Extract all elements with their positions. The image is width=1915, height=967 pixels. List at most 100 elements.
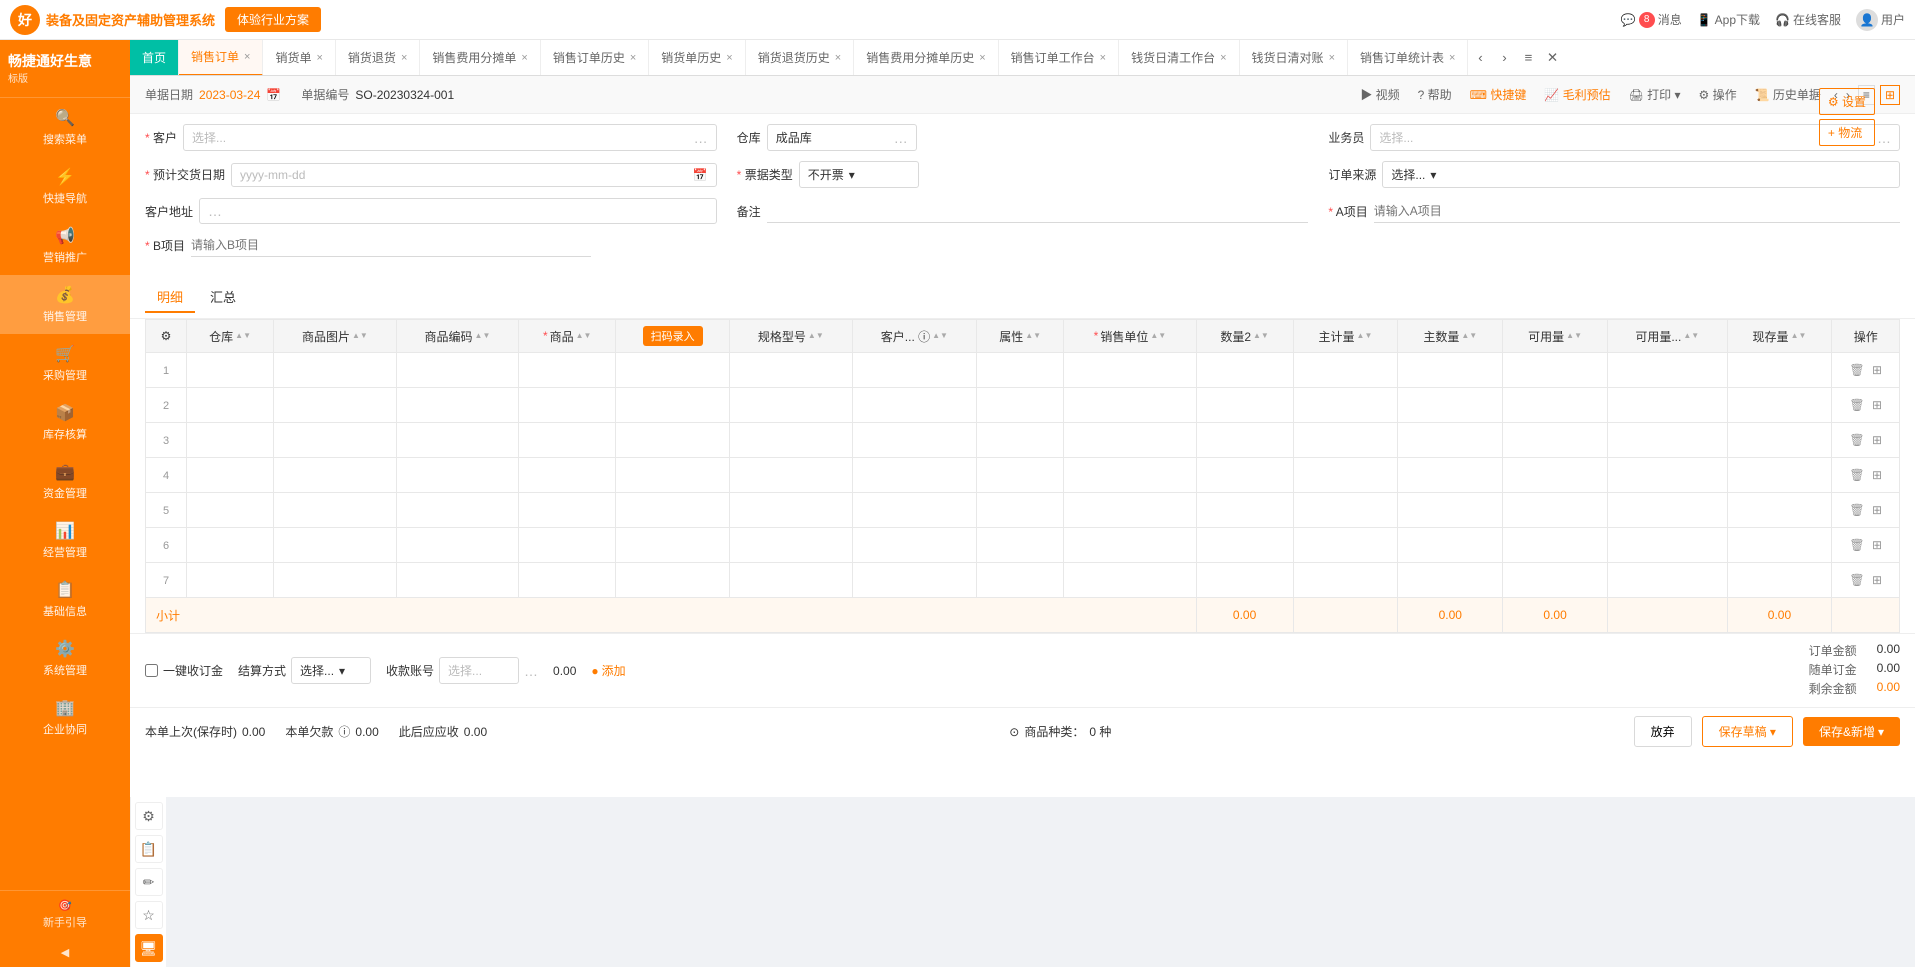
- tab-sales-order-stats[interactable]: 销售订单统计表 ×: [1348, 40, 1468, 76]
- customer-input[interactable]: 选择... …: [183, 124, 717, 151]
- payment-method-select[interactable]: 选择... ▾: [291, 657, 371, 684]
- ticket-type-select[interactable]: 不开票 ▾: [799, 161, 919, 188]
- row-warehouse[interactable]: [187, 353, 274, 388]
- row-delete-btn[interactable]: 🗑: [1849, 468, 1864, 482]
- one-click-checkbox[interactable]: 一键收订金: [145, 662, 223, 679]
- sidebar-item-system[interactable]: ⚙️ 系统管理: [0, 629, 130, 688]
- one-click-checkbox-input[interactable]: [145, 664, 158, 677]
- row-main-unit[interactable]: [1293, 353, 1398, 388]
- tab-close-sales-fee-split[interactable]: ×: [521, 52, 527, 64]
- sidebar-item-finance[interactable]: 💼 资金管理: [0, 452, 130, 511]
- tab-next-btn[interactable]: ›: [1492, 40, 1516, 76]
- customer-address-input[interactable]: …: [199, 198, 717, 224]
- a-project-input[interactable]: [1374, 200, 1900, 223]
- save-draft-btn[interactable]: 保存草稿 ▾: [1702, 716, 1793, 747]
- online-service-btn[interactable]: 🎧 在线客服: [1775, 11, 1841, 28]
- profit-action-btn[interactable]: 📈 毛利预估: [1539, 84, 1615, 105]
- tab-summary[interactable]: 汇总: [198, 282, 248, 313]
- tab-close-sales-fee-split-history[interactable]: ×: [979, 52, 985, 64]
- row-copy-btn[interactable]: ⊞: [1872, 503, 1882, 517]
- message-btn[interactable]: 💬 8 消息: [1621, 11, 1682, 28]
- save-new-btn[interactable]: 保存&新增 ▾: [1803, 717, 1900, 746]
- scan-enter-btn[interactable]: 扫码录入: [643, 326, 703, 346]
- tab-home[interactable]: 首页: [130, 40, 179, 76]
- row-delete-btn[interactable]: 🗑: [1849, 573, 1864, 587]
- user-btn[interactable]: 👤 用户: [1856, 9, 1905, 31]
- tab-receivable-workbench[interactable]: 钱货日清工作台 ×: [1119, 40, 1239, 76]
- tab-sales-return-history[interactable]: 销货单历史 ×: [649, 40, 745, 76]
- row-customer-code[interactable]: [852, 353, 977, 388]
- account-more-icon[interactable]: …: [524, 663, 538, 679]
- tab-detail[interactable]: 明细: [145, 282, 195, 313]
- row-copy-btn[interactable]: ⊞: [1872, 433, 1882, 447]
- operate-action-btn[interactable]: ⚙ 操作: [1694, 84, 1742, 105]
- date-picker-icon[interactable]: 📅: [266, 88, 281, 102]
- sidebar-item-marketing[interactable]: 📢 营销推广: [0, 216, 130, 275]
- right-panel-settings-btn[interactable]: ⚙: [135, 802, 163, 830]
- row-spec[interactable]: [730, 353, 853, 388]
- sidebar-item-purchase[interactable]: 🛒 采购管理: [0, 334, 130, 393]
- tab-close-sales-return-goods-history[interactable]: ×: [835, 52, 841, 64]
- tab-more-btn[interactable]: ≡: [1516, 40, 1540, 76]
- warehouse-more-icon[interactable]: …: [894, 130, 908, 146]
- row-delete-btn[interactable]: 🗑: [1849, 398, 1864, 412]
- sidebar-item-enterprise[interactable]: 🏢 企业协同: [0, 688, 130, 747]
- tab-sales-fee-split[interactable]: 销售费用分摊单 ×: [420, 40, 540, 76]
- right-panel-edit-btn[interactable]: ✏: [135, 868, 163, 896]
- tab-sales-return-goods-history[interactable]: 销货退货历史 ×: [746, 40, 854, 76]
- tab-close-sales-return[interactable]: ×: [316, 52, 322, 64]
- solution-btn[interactable]: 体验行业方案: [225, 7, 321, 32]
- sidebar-item-basic-info[interactable]: 📋 基础信息: [0, 570, 130, 629]
- remark-input[interactable]: [767, 200, 1309, 223]
- b-project-input[interactable]: [191, 234, 591, 257]
- settings-side-btn[interactable]: ⚙ 设置: [1819, 88, 1875, 115]
- app-download-btn[interactable]: 📱 App下载: [1697, 11, 1760, 28]
- tab-close-sales-return-goods[interactable]: ×: [401, 52, 407, 64]
- tab-sales-return-goods[interactable]: 销货退货 ×: [336, 40, 420, 76]
- sidebar-item-new-guide[interactable]: 🎯 新手引导: [0, 891, 130, 938]
- row-available2[interactable]: [1607, 353, 1727, 388]
- layout-grid-icon[interactable]: ⊞: [1880, 85, 1900, 105]
- delivery-date-input[interactable]: yyyy-mm-dd 📅: [231, 163, 717, 187]
- address-more-icon[interactable]: …: [208, 203, 222, 219]
- tab-receivable-reconcile[interactable]: 钱货日清对账 ×: [1240, 40, 1348, 76]
- row-copy-btn[interactable]: ⊞: [1872, 363, 1882, 377]
- row-copy-btn[interactable]: ⊞: [1872, 398, 1882, 412]
- row-product[interactable]: [519, 353, 616, 388]
- sidebar-item-sales[interactable]: 💰 销售管理: [0, 275, 130, 334]
- tab-close-sales-order-workbench[interactable]: ×: [1100, 52, 1106, 64]
- row-unit[interactable]: [1064, 353, 1196, 388]
- customer-more-icon[interactable]: …: [694, 130, 708, 146]
- add-side-btn[interactable]: + 物流: [1819, 119, 1875, 146]
- tab-sales-order-history[interactable]: 销售订单历史 ×: [541, 40, 649, 76]
- tab-close-receivable-workbench[interactable]: ×: [1220, 52, 1226, 64]
- col-settings[interactable]: ⚙: [146, 320, 187, 353]
- row-delete-btn[interactable]: 🗑: [1849, 363, 1864, 377]
- right-panel-screen-btn[interactable]: 🖥: [135, 934, 163, 962]
- order-source-select[interactable]: 选择... ▾: [1382, 161, 1900, 188]
- tab-close-all-btn[interactable]: ✕: [1540, 40, 1564, 76]
- row-delete-btn[interactable]: 🗑: [1849, 503, 1864, 517]
- sidebar-item-inventory[interactable]: 📦 库存核算: [0, 393, 130, 452]
- tab-sales-fee-split-history[interactable]: 销售费用分摊单历史 ×: [854, 40, 998, 76]
- history-action-btn[interactable]: 📜 历史单据: [1750, 84, 1826, 105]
- print-action-btn[interactable]: 🖨 打印 ▾: [1624, 84, 1686, 105]
- row-delete-btn[interactable]: 🗑: [1849, 538, 1864, 552]
- tab-close-receivable-reconcile[interactable]: ×: [1329, 52, 1335, 64]
- right-panel-clipboard-btn[interactable]: 📋: [135, 835, 163, 863]
- calendar-icon[interactable]: 📅: [693, 168, 708, 182]
- row-copy-btn[interactable]: ⊞: [1872, 468, 1882, 482]
- sidebar-item-quick-nav[interactable]: ⚡ 快捷导航: [0, 157, 130, 216]
- tab-close-sales-order-history[interactable]: ×: [630, 52, 636, 64]
- shortcut-action-btn[interactable]: ⌨ 快捷键: [1465, 84, 1532, 105]
- tab-close-sales-order-stats[interactable]: ×: [1449, 52, 1455, 64]
- tab-sales-order-workbench[interactable]: 销售订单工作台 ×: [999, 40, 1119, 76]
- row-main-qty[interactable]: [1398, 353, 1503, 388]
- tab-sales-return[interactable]: 销货单 ×: [263, 40, 335, 76]
- row-attribute[interactable]: [977, 353, 1064, 388]
- sidebar-item-search-menu[interactable]: 🔍 搜索菜单: [0, 98, 130, 157]
- row-stock[interactable]: [1727, 353, 1832, 388]
- row-product-code[interactable]: [396, 353, 519, 388]
- tab-sales-order[interactable]: 销售订单 ×: [179, 40, 263, 76]
- add-btn[interactable]: ● 添加: [591, 662, 625, 679]
